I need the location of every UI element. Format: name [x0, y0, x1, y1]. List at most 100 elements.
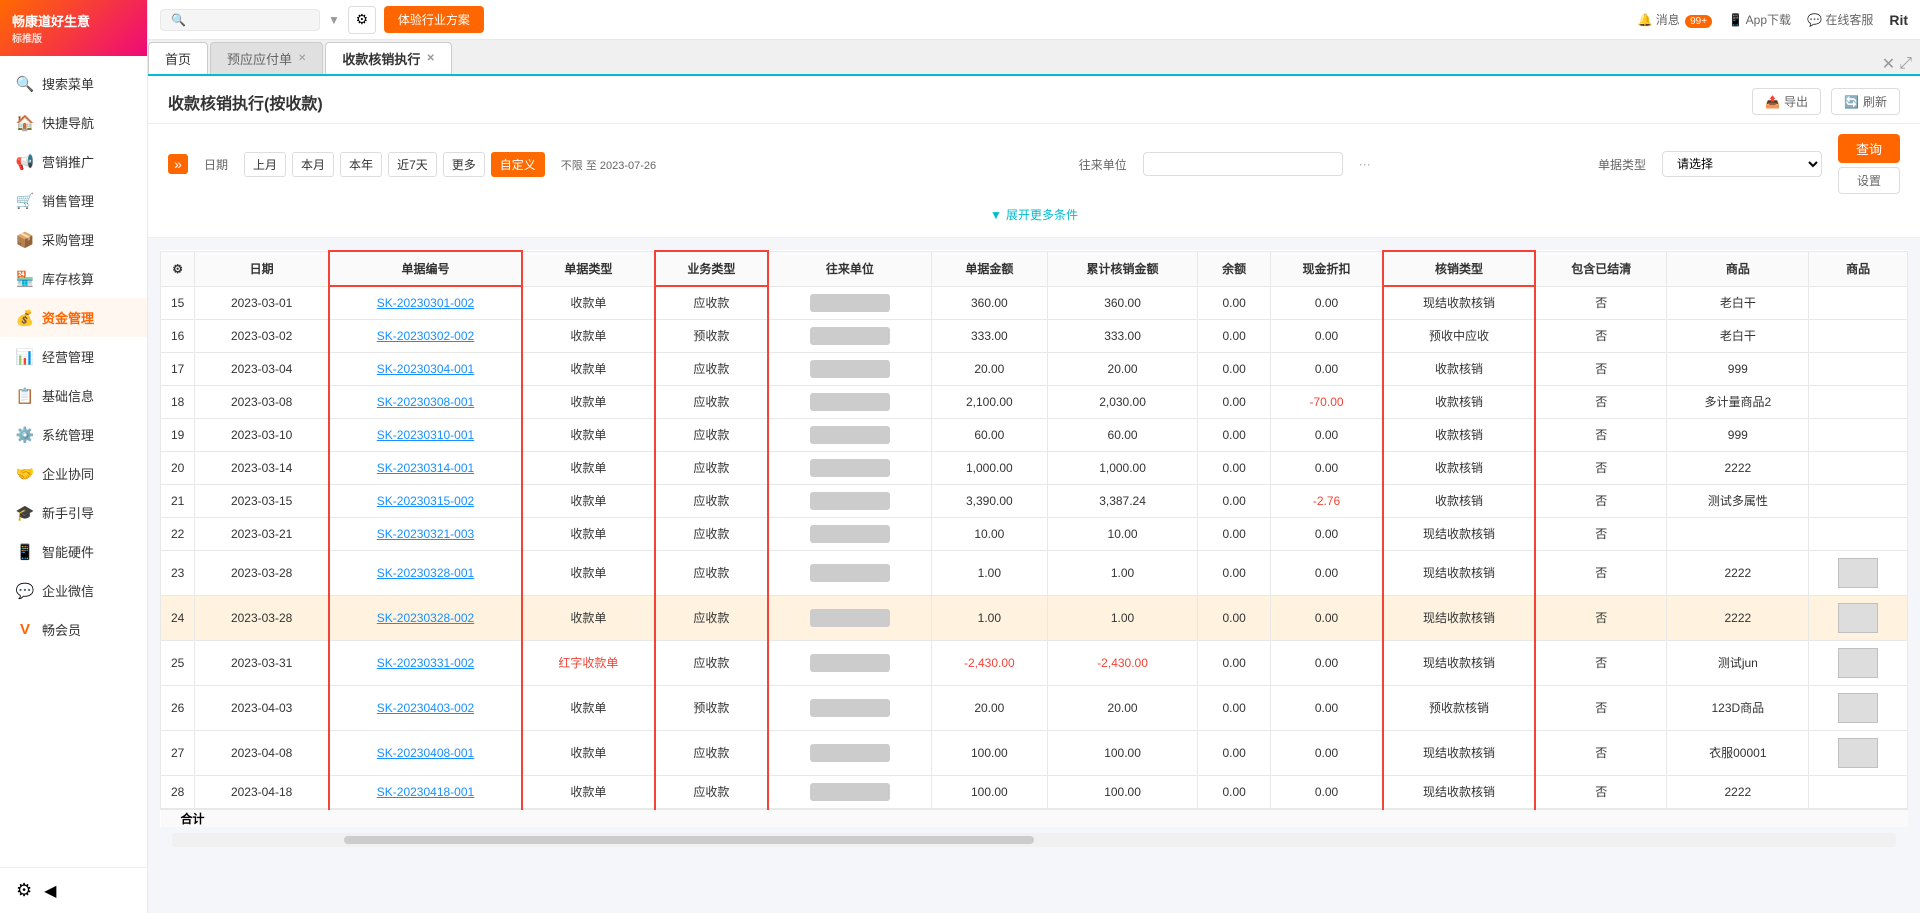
sidebar-item-finance[interactable]: 💰 资金管理 — [0, 298, 147, 337]
cell-balance: 0.00 — [1198, 451, 1271, 484]
last-7days-btn[interactable]: 近7天 — [388, 152, 437, 177]
cell-product1: 测试多属性 — [1667, 484, 1809, 517]
industry-solution-btn[interactable]: 体验行业方案 — [384, 6, 484, 33]
refresh-btn[interactable]: 🔄 刷新 — [1831, 88, 1900, 115]
more-date-btn[interactable]: 更多 — [443, 152, 485, 177]
cell-amount: 360.00 — [931, 286, 1047, 319]
sidebar-item-purchase[interactable]: 📦 采购管理 — [0, 220, 147, 259]
sidebar-item-guide[interactable]: 🎓 新手引导 — [0, 493, 147, 532]
this-year-btn[interactable]: 本年 — [340, 152, 382, 177]
this-month-btn[interactable]: 本月 — [292, 152, 334, 177]
operation-icon: 📊 — [16, 348, 34, 366]
bill-no-link[interactable]: SK-20230304-001 — [377, 362, 474, 376]
sidebar-item-search[interactable]: 🔍 搜索菜单 — [0, 64, 147, 103]
table-body: 15 2023-03-01 SK-20230301-002 收款单 应收款 ●●… — [161, 286, 1908, 809]
cell-product2 — [1809, 685, 1908, 730]
cell-bill-no: SK-20230328-002 — [329, 595, 522, 640]
close-all-icon[interactable]: ✕ — [1882, 54, 1895, 74]
topbar-dropdown[interactable]: ▼ — [328, 13, 340, 27]
cell-balance: 0.00 — [1198, 418, 1271, 451]
voucher-type-select[interactable]: 请选择 收款单 — [1662, 151, 1822, 177]
bill-no-link[interactable]: SK-20230403-002 — [377, 701, 474, 715]
sidebar-item-enterprise[interactable]: 🤝 企业协同 — [0, 454, 147, 493]
bill-no-link[interactable]: SK-20230328-001 — [377, 566, 474, 580]
expand-more-btn[interactable]: ▼ 展开更多条件 — [990, 202, 1078, 227]
user-name[interactable]: Rit — [1889, 12, 1908, 28]
partner-input[interactable] — [1143, 152, 1343, 176]
cell-product1: 老白干 — [1667, 286, 1809, 319]
tab-collection-close[interactable]: ✕ — [426, 53, 434, 64]
sidebar-item-label: 企业协同 — [42, 464, 94, 483]
tab-home[interactable]: 首页 — [148, 42, 208, 74]
export-btn[interactable]: 📤 导出 — [1752, 88, 1821, 115]
sidebar-item-system[interactable]: ⚙️ 系统管理 — [0, 415, 147, 454]
app-download-btn[interactable]: 📱 App下载 — [1728, 11, 1791, 28]
bill-no-link[interactable]: SK-20230328-002 — [377, 611, 474, 625]
cell-write-type: 现结收款核销 — [1383, 640, 1535, 685]
filter-toggle-btn[interactable]: » — [168, 154, 188, 174]
topbar-search-box[interactable]: 🔍 — [160, 9, 320, 31]
sidebar-item-basic[interactable]: 📋 基础信息 — [0, 376, 147, 415]
settings-btn[interactable]: 设置 — [1838, 167, 1900, 194]
sidebar-item-member[interactable]: V 畅会员 — [0, 610, 147, 649]
cell-product2 — [1809, 550, 1908, 595]
cell-partner: ●●●●●● — [768, 418, 931, 451]
col-write-type: 核销类型 — [1383, 251, 1535, 286]
cell-write-type: 现结收款核销 — [1383, 550, 1535, 595]
cell-product2 — [1809, 484, 1908, 517]
query-btn[interactable]: 查询 — [1838, 134, 1900, 163]
topbar-gear-btn[interactable]: ⚙ — [348, 6, 376, 34]
tab-collection[interactable]: 收款核销执行 ✕ — [325, 42, 451, 74]
table-row: 17 2023-03-04 SK-20230304-001 收款单 应收款 ●●… — [161, 352, 1908, 385]
scrollbar-thumb[interactable] — [344, 836, 1034, 844]
bill-no-link[interactable]: SK-20230302-002 — [377, 329, 474, 343]
col-settings[interactable]: ⚙ — [161, 251, 195, 286]
topbar: 🔍 ▼ ⚙ 体验行业方案 🔔 消息 99+ 📱 App下载 💬 在线客服 Rit — [148, 0, 1920, 40]
cell-balance: 0.00 — [1198, 550, 1271, 595]
sidebar-item-quick[interactable]: 🏠 快捷导航 — [0, 103, 147, 142]
sidebar-item-sales[interactable]: 🛒 销售管理 — [0, 181, 147, 220]
bill-no-link[interactable]: SK-20230315-002 — [377, 494, 474, 508]
cell-balance: 0.00 — [1198, 517, 1271, 550]
horizontal-scrollbar[interactable] — [172, 833, 1896, 847]
cell-biz-type: 应收款 — [655, 484, 768, 517]
bill-no-link[interactable]: SK-20230418-001 — [377, 785, 474, 799]
cell-bill-type: 收款单 — [522, 352, 655, 385]
sidebar-item-hardware[interactable]: 📱 智能硬件 — [0, 532, 147, 571]
cell-partner: ●●●●●● — [768, 595, 931, 640]
sidebar-item-marketing[interactable]: 📢 营销推广 — [0, 142, 147, 181]
tab-preapply-label: 预应应付单 — [227, 49, 292, 68]
bill-no-link[interactable]: SK-20230314-001 — [377, 461, 474, 475]
bill-no-link[interactable]: SK-20230321-003 — [377, 527, 474, 541]
bill-no-link[interactable]: SK-20230308-001 — [377, 395, 474, 409]
cell-bill-no: SK-20230304-001 — [329, 352, 522, 385]
cell-included: 否 — [1535, 730, 1667, 775]
partner-label: 往来单位 — [1079, 156, 1127, 173]
message-btn[interactable]: 🔔 消息 99+ — [1637, 11, 1712, 28]
bill-no-link[interactable]: SK-20230310-001 — [377, 428, 474, 442]
cell-date: 2023-04-08 — [195, 730, 329, 775]
cell-included: 否 — [1535, 418, 1667, 451]
tab-preapply-close[interactable]: ✕ — [298, 53, 306, 64]
online-service-btn[interactable]: 💬 在线客服 — [1807, 11, 1873, 28]
custom-date-btn[interactable]: 自定义 — [491, 152, 545, 177]
sidebar-item-operation[interactable]: 📊 经营管理 — [0, 337, 147, 376]
cell-balance: 0.00 — [1198, 685, 1271, 730]
sidebar-item-wechat[interactable]: 💬 企业微信 — [0, 571, 147, 610]
cell-cum-amount: 100.00 — [1047, 730, 1197, 775]
last-month-btn[interactable]: 上月 — [244, 152, 286, 177]
bill-no-link[interactable]: SK-20230408-001 — [377, 746, 474, 760]
collapse-icon[interactable]: ◀ — [44, 881, 56, 901]
bill-no-link[interactable]: SK-20230301-002 — [377, 296, 474, 310]
tab-preapply[interactable]: 预应应付单 ✕ — [210, 42, 323, 74]
bill-no-link[interactable]: SK-20230331-002 — [377, 656, 474, 670]
partner-more-btn[interactable]: ··· — [1359, 157, 1371, 171]
sidebar-item-label: 营销推广 — [42, 152, 94, 171]
maximize-icon[interactable]: ⤢ — [1899, 55, 1912, 73]
sidebar-item-inventory[interactable]: 🏪 库存核算 — [0, 259, 147, 298]
cell-no: 27 — [161, 730, 195, 775]
logo-title: 畅康道好生意 — [12, 11, 90, 30]
cell-cum-amount: 1.00 — [1047, 550, 1197, 595]
settings-icon[interactable]: ⚙ — [16, 880, 32, 901]
table-row: 20 2023-03-14 SK-20230314-001 收款单 应收款 ●●… — [161, 451, 1908, 484]
